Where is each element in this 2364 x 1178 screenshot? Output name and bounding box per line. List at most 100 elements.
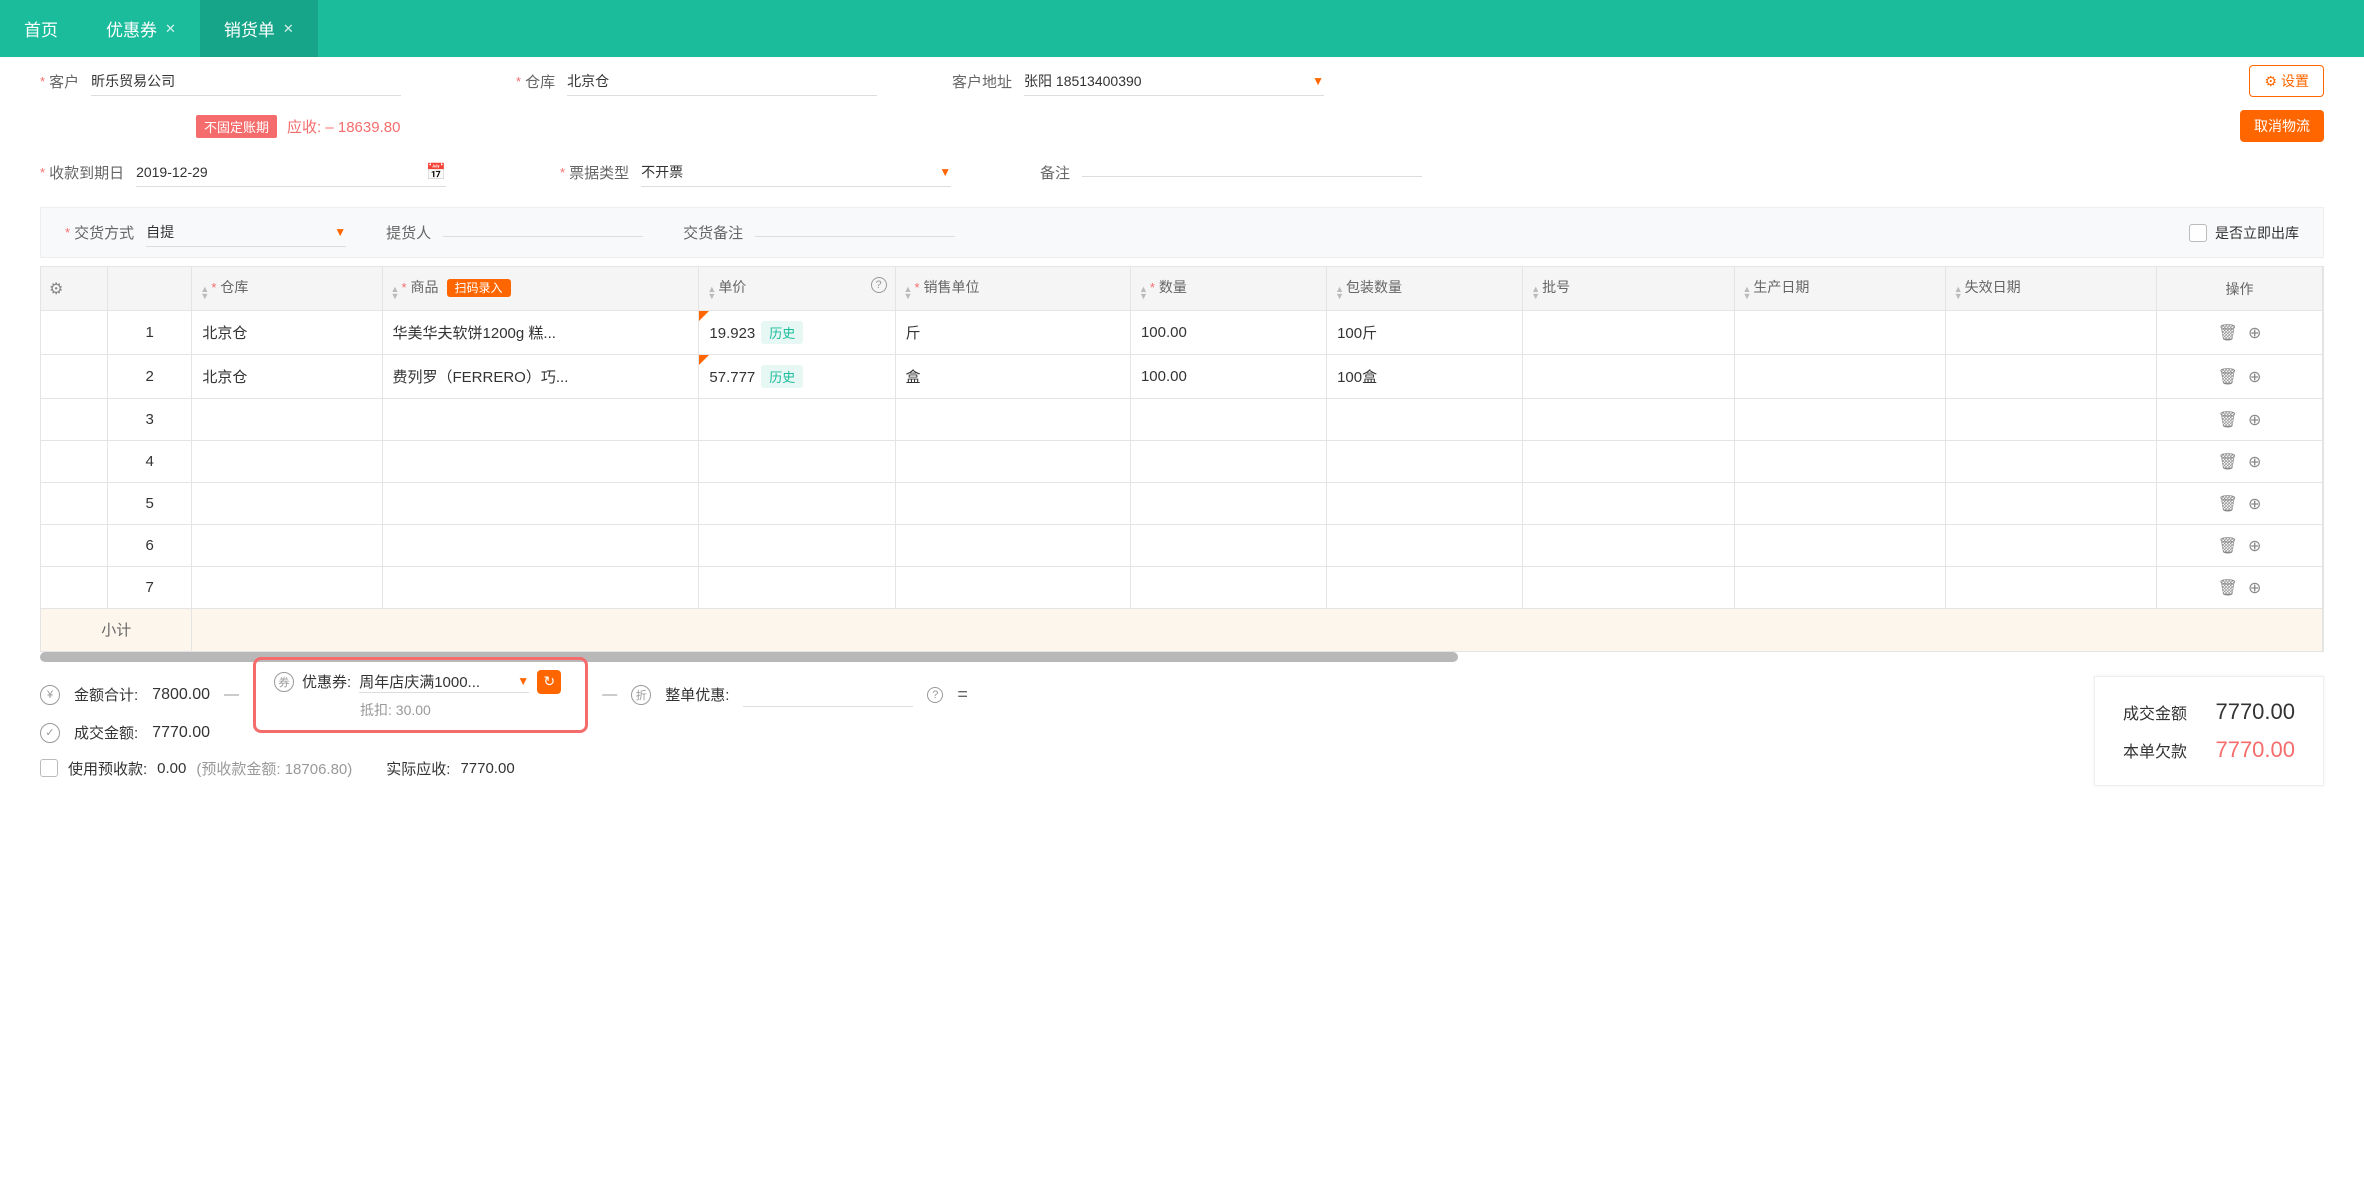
cell-unit[interactable] xyxy=(895,567,1130,609)
cell-pack[interactable] xyxy=(1327,483,1523,525)
table-row[interactable]: 4🗑⊕ xyxy=(41,441,2323,483)
table-row[interactable]: 1北京仓华美华夫软饼1200g 糕...19.923历史斤100.00100斤🗑… xyxy=(41,311,2323,355)
cell-warehouse[interactable] xyxy=(192,483,382,525)
cell-batch[interactable] xyxy=(1523,311,1734,355)
help-icon[interactable]: ? xyxy=(927,687,943,703)
table-row[interactable]: 3🗑⊕ xyxy=(41,399,2323,441)
cell-qty[interactable] xyxy=(1130,441,1326,483)
cell-exp-date[interactable] xyxy=(1945,355,2156,399)
coupon-select[interactable]: 周年店庆满1000... ▼ xyxy=(359,671,529,693)
add-row-icon[interactable]: ⊕ xyxy=(2248,410,2261,430)
delete-row-icon[interactable]: 🗑 xyxy=(2218,452,2238,472)
cell-unit[interactable] xyxy=(895,483,1130,525)
th-price[interactable]: ▲▼单价? xyxy=(699,267,895,311)
cell-batch[interactable] xyxy=(1523,399,1734,441)
due-date-picker[interactable]: 2019-12-29 📅 xyxy=(136,158,446,187)
cell-batch[interactable] xyxy=(1523,525,1734,567)
delete-row-icon[interactable]: 🗑 xyxy=(2218,410,2238,430)
delete-row-icon[interactable]: 🗑 xyxy=(2218,494,2238,514)
scan-badge[interactable]: 扫码录入 xyxy=(447,279,511,297)
cell-product[interactable]: 费列罗（FERRERO）巧... xyxy=(382,355,699,399)
cell-pack[interactable]: 100斤 xyxy=(1327,311,1523,355)
delete-row-icon[interactable]: 🗑 xyxy=(2218,536,2238,556)
th-product[interactable]: ▲▼*商品扫码录入 xyxy=(382,267,699,311)
cell-batch[interactable] xyxy=(1523,567,1734,609)
cell-prod-date[interactable] xyxy=(1734,355,1945,399)
cell-exp-date[interactable] xyxy=(1945,311,2156,355)
cell-product[interactable] xyxy=(382,441,699,483)
cell-price[interactable] xyxy=(699,567,895,609)
cell-prod-date[interactable] xyxy=(1734,399,1945,441)
cell-pack[interactable] xyxy=(1327,525,1523,567)
add-row-icon[interactable]: ⊕ xyxy=(2248,367,2261,387)
add-row-icon[interactable]: ⊕ xyxy=(2248,536,2261,556)
cell-qty[interactable]: 100.00 xyxy=(1130,311,1326,355)
tab-home[interactable]: 首页 xyxy=(0,0,82,57)
th-batch[interactable]: ▲▼批号 xyxy=(1523,267,1734,311)
cell-unit[interactable]: 盒 xyxy=(895,355,1130,399)
cell-exp-date[interactable] xyxy=(1945,441,2156,483)
cell-batch[interactable] xyxy=(1523,483,1734,525)
delivery-note-input[interactable] xyxy=(755,228,955,237)
cell-qty[interactable]: 100.00 xyxy=(1130,355,1326,399)
cell-exp-date[interactable] xyxy=(1945,399,2156,441)
refresh-button[interactable]: ↻ xyxy=(537,670,561,694)
cell-prod-date[interactable] xyxy=(1734,525,1945,567)
tab-coupon[interactable]: 优惠券✕ xyxy=(82,0,200,57)
picker-input[interactable] xyxy=(443,228,643,237)
cell-qty[interactable] xyxy=(1130,399,1326,441)
cell-price[interactable] xyxy=(699,399,895,441)
cell-warehouse[interactable] xyxy=(192,441,382,483)
cell-pack[interactable] xyxy=(1327,399,1523,441)
cell-unit[interactable] xyxy=(895,525,1130,567)
cell-product[interactable] xyxy=(382,567,699,609)
cell-exp-date[interactable] xyxy=(1945,525,2156,567)
delivery-method-select[interactable]: 自提 ▼ xyxy=(146,218,346,247)
th-settings[interactable]: ⚙ xyxy=(41,267,107,311)
th-pack[interactable]: ▲▼包装数量 xyxy=(1327,267,1523,311)
add-row-icon[interactable]: ⊕ xyxy=(2248,494,2261,514)
cell-prod-date[interactable] xyxy=(1734,311,1945,355)
cancel-logistics-button[interactable]: 取消物流 xyxy=(2240,110,2324,142)
cell-exp-date[interactable] xyxy=(1945,483,2156,525)
cell-qty[interactable] xyxy=(1130,525,1326,567)
settings-button[interactable]: ⚙设置 xyxy=(2249,65,2324,97)
delete-row-icon[interactable]: 🗑 xyxy=(2218,578,2238,598)
customer-select[interactable]: 昕乐贸易公司 xyxy=(91,67,401,96)
history-tag[interactable]: 历史 xyxy=(761,365,803,388)
remark-input[interactable] xyxy=(1082,168,1422,177)
table-row[interactable]: 2北京仓费列罗（FERRERO）巧...57.777历史盒100.00100盒🗑… xyxy=(41,355,2323,399)
cell-unit[interactable] xyxy=(895,441,1130,483)
warehouse-select[interactable]: 北京仓 xyxy=(567,67,877,96)
th-prod-date[interactable]: ▲▼生产日期 xyxy=(1734,267,1945,311)
cell-pack[interactable] xyxy=(1327,567,1523,609)
bill-type-select[interactable]: 不开票 ▼ xyxy=(641,158,951,187)
immediate-checkbox[interactable] xyxy=(2189,224,2207,242)
cell-pack[interactable]: 100盒 xyxy=(1327,355,1523,399)
cell-warehouse[interactable] xyxy=(192,525,382,567)
cell-prod-date[interactable] xyxy=(1734,441,1945,483)
tab-sales[interactable]: 销货单✕ xyxy=(200,0,318,57)
table-row[interactable]: 6🗑⊕ xyxy=(41,525,2323,567)
cell-warehouse[interactable] xyxy=(192,399,382,441)
cell-product[interactable] xyxy=(382,483,699,525)
cell-prod-date[interactable] xyxy=(1734,483,1945,525)
discount-input[interactable] xyxy=(743,683,913,707)
cell-warehouse[interactable]: 北京仓 xyxy=(192,311,382,355)
cell-product[interactable]: 华美华夫软饼1200g 糕... xyxy=(382,311,699,355)
cell-unit[interactable] xyxy=(895,399,1130,441)
delete-row-icon[interactable]: 🗑 xyxy=(2218,323,2238,343)
cell-unit[interactable]: 斤 xyxy=(895,311,1130,355)
cell-warehouse[interactable] xyxy=(192,567,382,609)
add-row-icon[interactable]: ⊕ xyxy=(2248,578,2261,598)
cell-batch[interactable] xyxy=(1523,441,1734,483)
help-icon[interactable]: ? xyxy=(871,277,887,293)
cell-price[interactable] xyxy=(699,483,895,525)
cell-batch[interactable] xyxy=(1523,355,1734,399)
close-icon[interactable]: ✕ xyxy=(283,21,294,37)
cell-pack[interactable] xyxy=(1327,441,1523,483)
th-warehouse[interactable]: ▲▼*仓库 xyxy=(192,267,382,311)
add-row-icon[interactable]: ⊕ xyxy=(2248,323,2261,343)
th-qty[interactable]: ▲▼*数量 xyxy=(1130,267,1326,311)
table-row[interactable]: 7🗑⊕ xyxy=(41,567,2323,609)
